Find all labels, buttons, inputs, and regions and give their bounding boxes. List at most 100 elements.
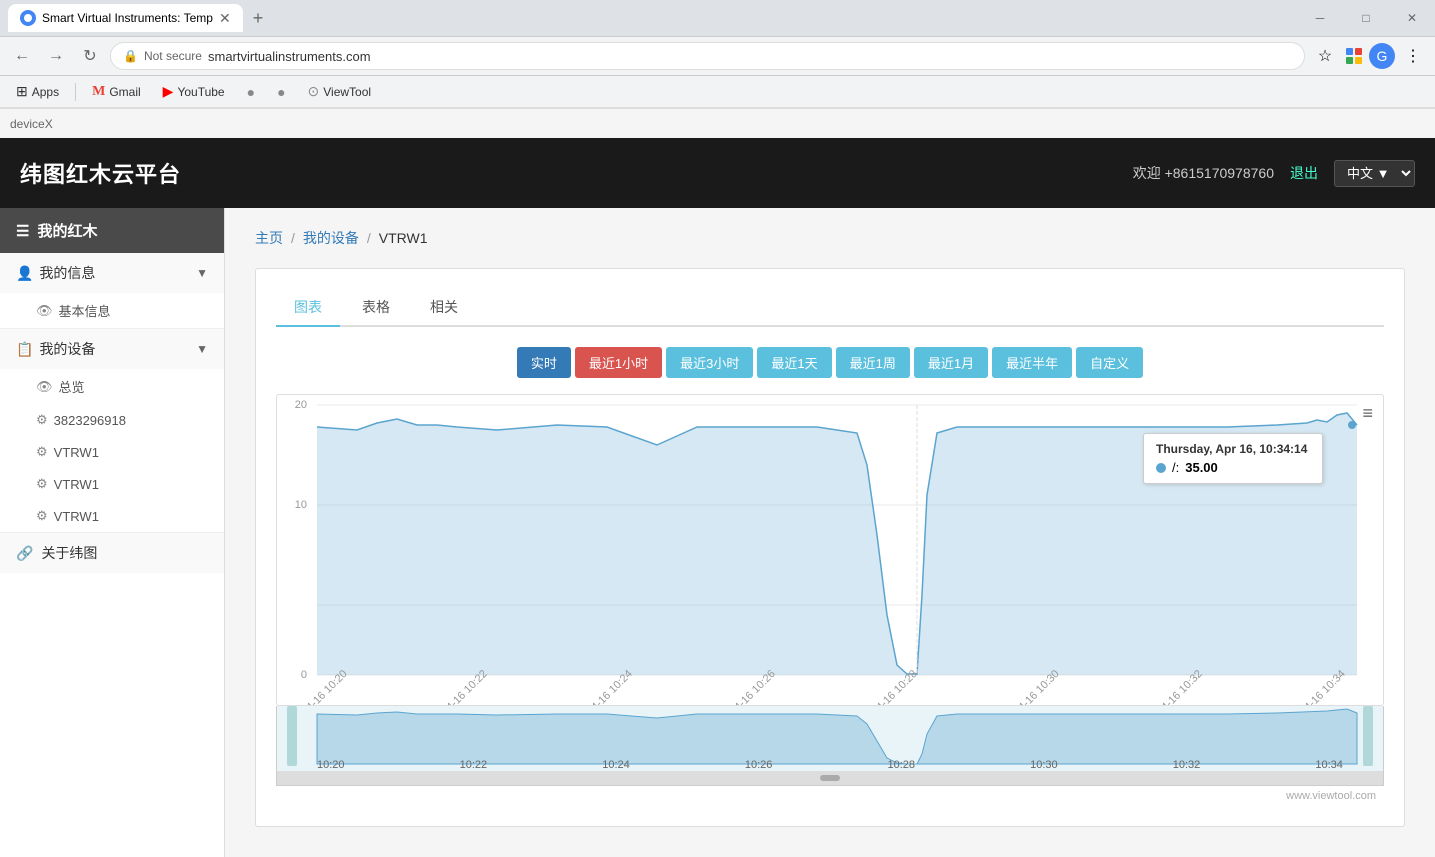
- logout-button[interactable]: 退出: [1290, 163, 1318, 183]
- content-area: 主页 / 我的设备 / VTRW1 图表 表格 相关 实时: [225, 208, 1435, 857]
- bookmark-dot1[interactable]: ●: [241, 82, 261, 102]
- sidebar-my-devices-label: 我的设备: [39, 339, 95, 359]
- mini-chart-scrollbar[interactable]: [277, 771, 1383, 785]
- tooltip-value: 35.00: [1185, 460, 1218, 475]
- close-button[interactable]: ✕: [1389, 0, 1435, 36]
- gear-icon-1: ⚙: [36, 412, 48, 428]
- viewtool-icon: ⊙: [308, 83, 320, 100]
- sidebar-basic-info-label: 基本信息: [59, 301, 111, 320]
- breadcrumb-home[interactable]: 主页: [255, 228, 283, 248]
- bookmark-star-button[interactable]: ☆: [1311, 42, 1339, 70]
- tooltip-value-row: /: 35.00: [1156, 460, 1310, 475]
- bookmark-apps[interactable]: ⊞ 主页 Apps: [10, 81, 65, 102]
- chart-tooltip: Thursday, Apr 16, 10:34:14 /: 35.00: [1143, 433, 1323, 484]
- maximize-button[interactable]: □: [1343, 0, 1389, 36]
- back-button[interactable]: ←: [8, 42, 36, 70]
- bookmark-youtube-label: YouTube: [177, 85, 224, 99]
- bookmark-gmail[interactable]: M Gmail: [86, 82, 147, 102]
- filter-1d-button[interactable]: 最近1天: [757, 347, 831, 378]
- bookmark-viewtool-label: ViewTool: [323, 85, 371, 99]
- dot2-icon: ●: [277, 84, 285, 100]
- forward-button[interactable]: →: [42, 42, 70, 70]
- sidebar-about[interactable]: 🔗 关于纬图: [0, 533, 224, 573]
- bookmarks-bar: ⊞ 主页 Apps M Gmail ▶ YouTube ● ● ⊙ ViewTo…: [0, 76, 1435, 108]
- mini-label-1030: 10:30: [1030, 759, 1058, 771]
- more-options-button[interactable]: ⋮: [1399, 42, 1427, 70]
- main-chart-wrapper: ≡ Thursday, Apr 16, 10:34:14 /: 35.00: [276, 394, 1384, 706]
- sidebar-menu-icon: ☰: [16, 222, 29, 240]
- reload-button[interactable]: ↻: [76, 42, 104, 70]
- svg-text:10: 10: [295, 499, 307, 511]
- new-tab-button[interactable]: +: [247, 8, 270, 29]
- mini-label-1034: 10:34: [1315, 759, 1343, 771]
- tab-chart[interactable]: 图表: [276, 289, 340, 327]
- breadcrumb: 主页 / 我的设备 / VTRW1: [255, 228, 1405, 248]
- sidebar-about-label: 关于纬图: [41, 543, 97, 563]
- sidebar-device-3823296918-label: 3823296918: [54, 413, 126, 428]
- sidebar-item-vtrw1-2[interactable]: ⚙ VTRW1: [0, 468, 224, 500]
- sidebar: ☰ 我的红木 👤 我的信息 ▼ 👁 基本信息: [0, 208, 225, 857]
- filter-custom-button[interactable]: 自定义: [1076, 347, 1143, 378]
- sidebar-section-my-devices: 📋 我的设备 ▼ 👁 总览 ⚙ 3823296918 ⚙: [0, 329, 224, 533]
- address-bar[interactable]: 🔒 Not secure smartvirtualinstruments.com: [110, 42, 1305, 70]
- sidebar-my-info-header[interactable]: 👤 我的信息 ▼: [0, 253, 224, 293]
- tab-close-button[interactable]: ✕: [219, 10, 231, 27]
- mini-label-1028: 10:28: [888, 759, 916, 771]
- welcome-text: 欢迎 +8615170978760: [1133, 163, 1274, 183]
- sidebar-vtrw1-2-label: VTRW1: [54, 477, 99, 492]
- dot1-icon: ●: [247, 84, 255, 100]
- mini-chart-left-handle[interactable]: [287, 706, 297, 766]
- main-layout: ☰ 我的红木 👤 我的信息 ▼ 👁 基本信息: [0, 208, 1435, 857]
- language-selector[interactable]: 中文 ▼ English: [1334, 160, 1415, 187]
- filter-realtime-button[interactable]: 实时: [517, 347, 571, 378]
- sidebar-item-basic-info[interactable]: 👁 基本信息: [0, 293, 224, 328]
- sidebar-my-info-label: 我的信息: [39, 263, 95, 283]
- bookmark-divider-1: [75, 83, 76, 101]
- scrollbar-thumb: [820, 775, 840, 781]
- profile-button[interactable]: G: [1369, 43, 1395, 69]
- filter-1m-button[interactable]: 最近1月: [914, 347, 988, 378]
- bookmark-youtube[interactable]: ▶ YouTube: [157, 81, 231, 102]
- filter-1h-button[interactable]: 最近1小时: [575, 347, 662, 378]
- chart-menu-icon[interactable]: ≡: [1362, 403, 1373, 424]
- url-prefix: Not secure: [144, 49, 202, 63]
- mini-label-1026: 10:26: [745, 759, 773, 771]
- sidebar-item-overview[interactable]: 👁 总览: [0, 369, 224, 404]
- sidebar-my-devices-header[interactable]: 📋 我的设备 ▼: [0, 329, 224, 369]
- sidebar-section-my-info: 👤 我的信息 ▼ 👁 基本信息: [0, 253, 224, 329]
- filter-halfyear-button[interactable]: 最近半年: [992, 347, 1072, 378]
- tab-related[interactable]: 相关: [412, 289, 476, 327]
- top-bar: 纬图红木云平台 欢迎 +8615170978760 退出 中文 ▼ Englis…: [0, 138, 1435, 208]
- bookmark-dot2[interactable]: ●: [271, 82, 291, 102]
- user-icon: 👤: [16, 265, 33, 282]
- sidebar-vtrw1-3-label: VTRW1: [54, 509, 99, 524]
- window-status-bar: deviceX: [0, 108, 1435, 138]
- sidebar-my-redwood[interactable]: ☰ 我的红木: [0, 208, 224, 253]
- url-text: smartvirtualinstruments.com: [208, 49, 371, 64]
- filter-1w-button[interactable]: 最近1周: [836, 347, 910, 378]
- gear-icon-2: ⚙: [36, 444, 48, 460]
- my-devices-chevron: ▼: [196, 342, 208, 356]
- extensions-icon[interactable]: [1343, 45, 1365, 67]
- sidebar-item-device-3823296918[interactable]: ⚙ 3823296918: [0, 404, 224, 436]
- tab-table[interactable]: 表格: [344, 289, 408, 327]
- browser-actions: ☆ G ⋮: [1311, 42, 1427, 70]
- svg-text:0: 0: [301, 669, 307, 681]
- mini-chart-right-handle[interactable]: [1363, 706, 1373, 766]
- bookmark-viewtool[interactable]: ⊙ ViewTool: [302, 81, 378, 102]
- tab-favicon: [20, 10, 36, 26]
- sidebar-vtrw1-1-label: VTRW1: [54, 445, 99, 460]
- sidebar-my-redwood-label: 我的红木: [37, 220, 97, 241]
- browser-tab[interactable]: Smart Virtual Instruments: Temp ✕: [8, 4, 243, 32]
- sidebar-item-vtrw1-1[interactable]: ⚙ VTRW1: [0, 436, 224, 468]
- time-filter-row: 实时 最近1小时 最近3小时 最近1天 最近1周 最近1月 最近半年 自定义: [276, 347, 1384, 378]
- sidebar-item-vtrw1-3[interactable]: ⚙ VTRW1: [0, 500, 224, 532]
- mini-label-1022: 10:22: [460, 759, 488, 771]
- breadcrumb-sep-2: /: [367, 230, 371, 246]
- sidebar-overview-label: 总览: [59, 377, 85, 396]
- minimize-button[interactable]: ─: [1297, 0, 1343, 36]
- browser-title-bar: Smart Virtual Instruments: Temp ✕ +: [0, 0, 1435, 36]
- breadcrumb-devices[interactable]: 我的设备: [303, 228, 359, 248]
- window-status-text: deviceX: [10, 117, 53, 131]
- filter-3h-button[interactable]: 最近3小时: [666, 347, 753, 378]
